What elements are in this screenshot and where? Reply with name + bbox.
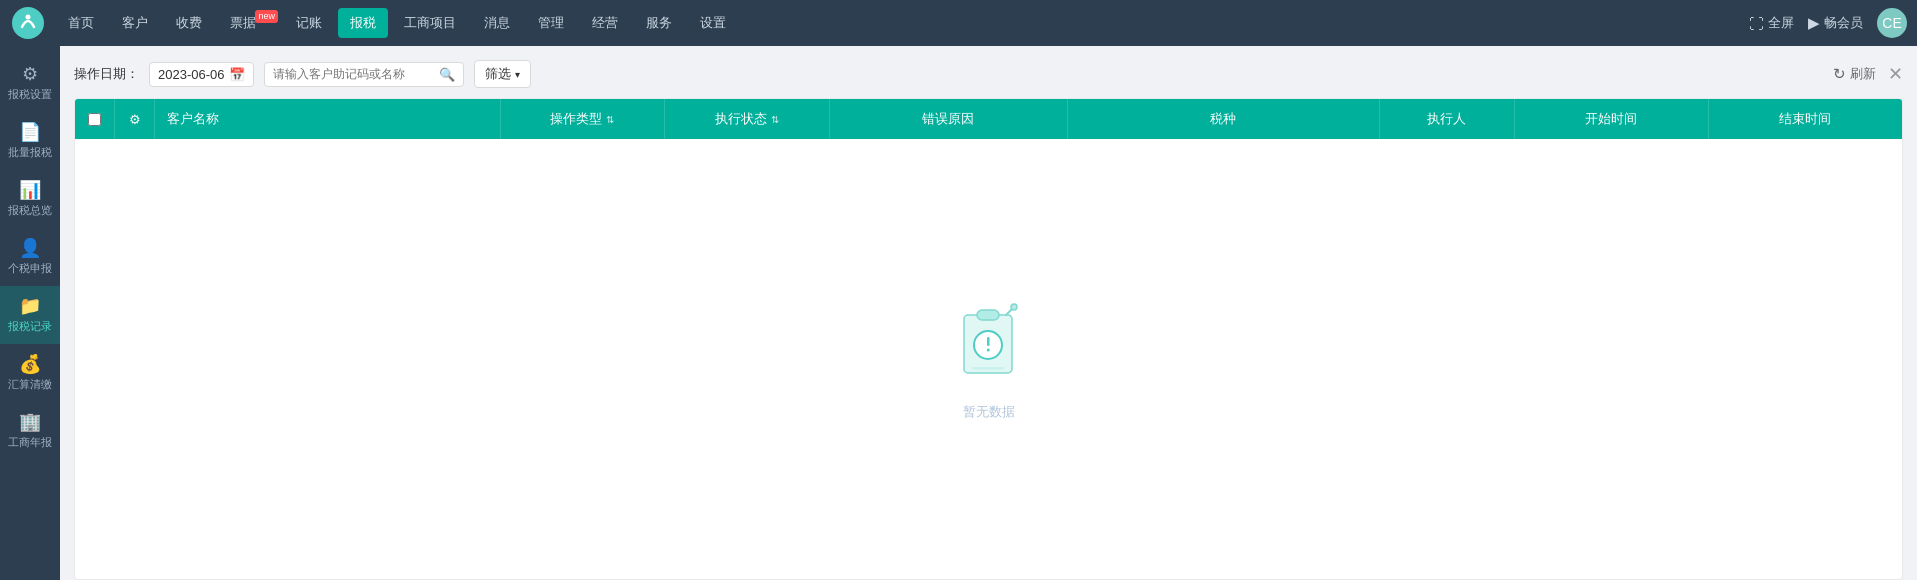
toolbar: 操作日期： 2023-06-06 📅 🔍 筛选 ▾ ↻ 刷新 ✕ xyxy=(74,60,1903,88)
search-input[interactable] xyxy=(273,67,433,81)
batch-tax-icon: 📄 xyxy=(19,123,41,141)
th-op-type[interactable]: 操作类型 ⇅ xyxy=(501,99,666,139)
refresh-button[interactable]: ↻ 刷新 xyxy=(1833,65,1876,83)
sidebar-item-tax-record[interactable]: 📁 报税记录 xyxy=(0,286,60,344)
sidebar-item-tax-settings[interactable]: ⚙ 报税设置 xyxy=(0,54,60,112)
sidebar-item-annual-report[interactable]: 🏢 工商年报 xyxy=(0,402,60,460)
sort-icon: ⇅ xyxy=(771,114,779,125)
th-gear[interactable]: ⚙ xyxy=(115,99,155,139)
sidebar-item-tax-overview[interactable]: 📊 报税总览 xyxy=(0,170,60,228)
tax-settings-icon: ⚙ xyxy=(22,65,38,83)
sidebar-item-annual-settle[interactable]: 💰 汇算清缴 xyxy=(0,344,60,402)
main-layout: ⚙ 报税设置 📄 批量报税 📊 报税总览 👤 个税申报 📁 报税记录 💰 汇算清… xyxy=(0,46,1917,580)
nav-customer[interactable]: 客户 xyxy=(110,8,160,38)
th-check[interactable] xyxy=(75,99,115,139)
member-button[interactable]: ▶ 畅会员 xyxy=(1808,14,1863,32)
member-label: 畅会员 xyxy=(1824,14,1863,32)
svg-rect-5 xyxy=(987,337,990,346)
th-start-time: 开始时间 xyxy=(1515,99,1709,139)
refresh-icon: ↻ xyxy=(1833,65,1846,83)
tax-record-icon: 📁 xyxy=(19,297,41,315)
th-executor: 执行人 xyxy=(1380,99,1515,139)
th-end-time: 结束时间 xyxy=(1709,99,1902,139)
sidebar-item-label: 报税总览 xyxy=(8,203,52,217)
sidebar: ⚙ 报税设置 📄 批量报税 📊 报税总览 👤 个税申报 📁 报税记录 💰 汇算清… xyxy=(0,46,60,580)
nav-fee[interactable]: 收费 xyxy=(164,8,214,38)
th-customer-name: 客户名称 xyxy=(155,99,501,139)
empty-text: 暂无数据 xyxy=(963,403,1015,421)
nav-service[interactable]: 服务 xyxy=(634,8,684,38)
sidebar-item-label: 报税记录 xyxy=(8,319,52,333)
fullscreen-button[interactable]: ⛶ 全屏 xyxy=(1749,14,1794,32)
nav-operation[interactable]: 经营 xyxy=(580,8,630,38)
calendar-icon: 📅 xyxy=(229,67,245,82)
fullscreen-label: 全屏 xyxy=(1768,14,1794,32)
table-body: 暂无数据 xyxy=(75,139,1902,579)
toolbar-right: ↻ 刷新 ✕ xyxy=(1833,65,1903,83)
top-nav: 首页 客户 收费 票据 new 记账 报税 工商项目 消息 管理 经营 服务 设… xyxy=(0,0,1917,46)
sidebar-item-label: 报税设置 xyxy=(8,87,52,101)
personal-tax-icon: 👤 xyxy=(19,239,41,257)
sidebar-item-label: 汇算清缴 xyxy=(8,377,52,391)
date-value: 2023-06-06 xyxy=(158,67,225,82)
top-nav-right: ⛶ 全屏 ▶ 畅会员 CE xyxy=(1749,8,1907,38)
svg-rect-9 xyxy=(972,367,1004,370)
search-box[interactable]: 🔍 xyxy=(264,62,464,87)
sidebar-item-label: 工商年报 xyxy=(8,435,52,449)
th-tax-type: 税种 xyxy=(1068,99,1380,139)
sort-icon: ⇅ xyxy=(606,114,614,125)
table-header: ⚙ 客户名称 操作类型 ⇅ 执行状态 ⇅ 错误原因 税种 xyxy=(75,99,1902,139)
empty-state: 暂无数据 xyxy=(944,297,1034,421)
fullscreen-icon: ⛶ xyxy=(1749,15,1764,32)
nav-home[interactable]: 首页 xyxy=(56,8,106,38)
sidebar-item-label: 批量报税 xyxy=(8,145,52,159)
date-picker[interactable]: 2023-06-06 📅 xyxy=(149,62,254,87)
empty-illustration xyxy=(944,297,1034,387)
avatar[interactable]: CE xyxy=(1877,8,1907,38)
filter-label: 筛选 xyxy=(485,65,511,83)
close-button[interactable]: ✕ xyxy=(1888,65,1903,83)
nav-message[interactable]: 消息 xyxy=(472,8,522,38)
annual-settle-icon: 💰 xyxy=(19,355,41,373)
nav-bookkeeping[interactable]: 记账 xyxy=(284,8,334,38)
nav-settings[interactable]: 设置 xyxy=(688,8,738,38)
refresh-label: 刷新 xyxy=(1850,65,1876,83)
th-error-reason: 错误原因 xyxy=(830,99,1068,139)
nav-bizproject[interactable]: 工商项目 xyxy=(392,8,468,38)
search-icon: 🔍 xyxy=(439,67,455,82)
sidebar-item-batch-tax[interactable]: 📄 批量报税 xyxy=(0,112,60,170)
th-exec-status[interactable]: 执行状态 ⇅ xyxy=(665,99,830,139)
filter-button[interactable]: 筛选 ▾ xyxy=(474,60,531,88)
svg-point-8 xyxy=(1011,304,1017,310)
date-label: 操作日期： xyxy=(74,65,139,83)
content: 操作日期： 2023-06-06 📅 🔍 筛选 ▾ ↻ 刷新 ✕ xyxy=(60,46,1917,580)
tax-overview-icon: 📊 xyxy=(19,181,41,199)
svg-point-1 xyxy=(26,15,31,20)
gear-icon: ⚙ xyxy=(129,112,141,127)
svg-point-6 xyxy=(986,349,989,352)
nav-tax[interactable]: 报税 xyxy=(338,8,388,38)
nav-manage[interactable]: 管理 xyxy=(526,8,576,38)
svg-rect-3 xyxy=(977,310,999,320)
table-container: ⚙ 客户名称 操作类型 ⇅ 执行状态 ⇅ 错误原因 税种 xyxy=(74,98,1903,580)
nav-items: 首页 客户 收费 票据 new 记账 报税 工商项目 消息 管理 经营 服务 设… xyxy=(56,8,1749,38)
svg-point-0 xyxy=(12,7,44,39)
chevron-down-icon: ▾ xyxy=(515,69,520,80)
sidebar-item-label: 个税申报 xyxy=(8,261,52,275)
sidebar-item-personal-tax[interactable]: 👤 个税申报 xyxy=(0,228,60,286)
nav-invoice[interactable]: 票据 new xyxy=(218,8,280,38)
logo[interactable] xyxy=(10,5,46,41)
select-all-checkbox[interactable] xyxy=(88,113,101,126)
member-icon: ▶ xyxy=(1808,14,1820,32)
annual-report-icon: 🏢 xyxy=(19,413,41,431)
new-badge: new xyxy=(255,10,278,23)
